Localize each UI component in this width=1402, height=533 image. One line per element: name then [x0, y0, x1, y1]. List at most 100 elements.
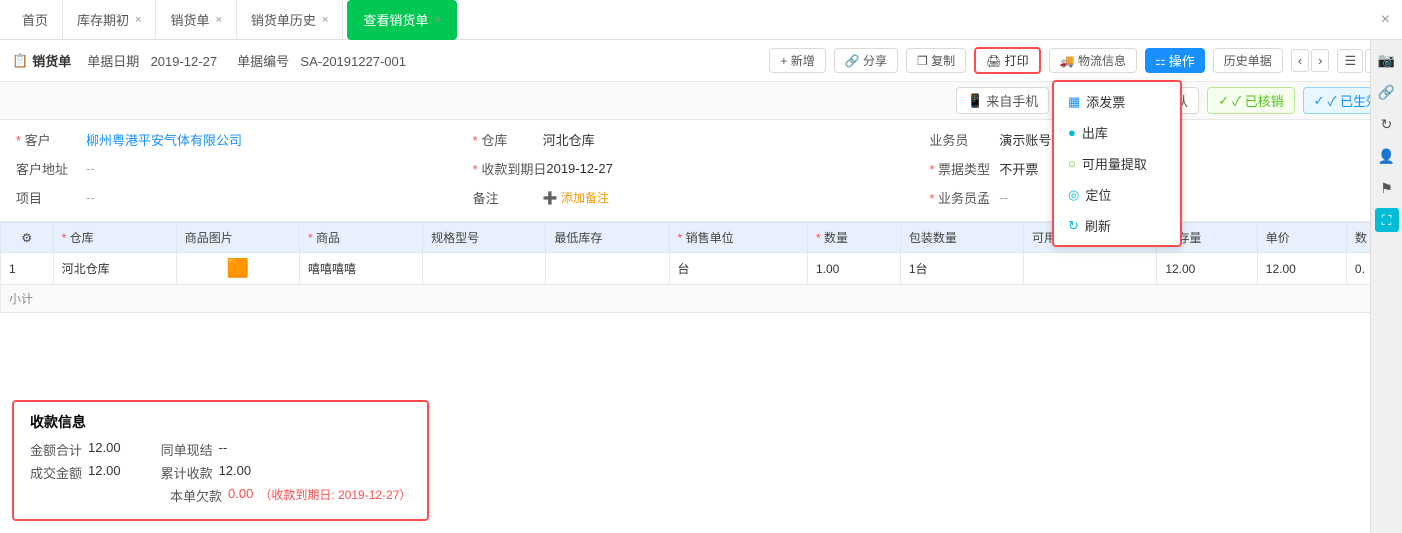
- cell-package-qty: 1台: [900, 253, 1023, 285]
- cell-current-stock: 12.00: [1157, 253, 1257, 285]
- ticket-value: 不开票: [999, 159, 1038, 178]
- col-quantity: 数量: [807, 223, 900, 253]
- tab-inventory-close[interactable]: ×: [135, 14, 141, 26]
- sidebar-link-icon[interactable]: 🔗: [1375, 80, 1399, 104]
- project-label: 项目: [16, 188, 86, 207]
- col-spec: 规格型号: [423, 223, 546, 253]
- cell-spec: [423, 253, 546, 285]
- amount-label: 金额合计: [30, 440, 82, 459]
- operation-button[interactable]: ⚏ 操作: [1145, 48, 1205, 73]
- address-label: 客户地址: [16, 159, 86, 178]
- cumulative-item: 累计收款 12.00: [161, 463, 252, 482]
- note-label: 备注: [473, 188, 543, 207]
- sidebar-flag-icon[interactable]: ⚑: [1375, 176, 1399, 200]
- address-value: --: [86, 161, 95, 176]
- form-area: 客户 柳州粤港平安气体有限公司 仓库 河北仓库 业务员 演示账号 客户地址 --: [0, 120, 1402, 222]
- copy-button[interactable]: ❐ 复制: [906, 48, 966, 73]
- payment-date-field: 收款到期日 2019-12-27: [473, 159, 930, 178]
- print-button[interactable]: 🖨 打印: [974, 47, 1041, 74]
- from-phone-button[interactable]: 📱 来自手机: [956, 87, 1049, 114]
- customer-label: 客户: [16, 130, 86, 149]
- col-settings[interactable]: ⚙: [1, 223, 54, 253]
- salesperson-value: --: [999, 190, 1008, 205]
- operation-dropdown: ▦ 添发票 ● 出库 ○ 可用量提取 ◎ 定位 ↻ 刷新: [1052, 80, 1182, 247]
- sidebar-user-icon[interactable]: 👤: [1375, 144, 1399, 168]
- locate-label: 定位: [1085, 185, 1111, 204]
- sold-icon: ✓: [1218, 93, 1229, 109]
- sidebar-camera-icon[interactable]: 📷: [1375, 48, 1399, 72]
- locate-icon: ◎: [1068, 187, 1079, 203]
- nav-next-button[interactable]: ›: [1311, 49, 1329, 72]
- warehouse-value: 河北仓库: [543, 130, 595, 149]
- tab-sales-label: 销货单: [170, 10, 209, 29]
- salesperson-label: 业务员孟: [929, 188, 999, 207]
- balance-label: 本单欠款: [170, 486, 222, 505]
- cell-product-img: 🟧: [176, 253, 299, 285]
- toolbar-right: + 新增 🔗 分享 ❐ 复制 🖨 打印 🚚 物流信息 ⚏ 操作 历史单据 ‹ ›…: [769, 47, 1390, 74]
- sidebar-refresh-icon[interactable]: ↻: [1375, 112, 1399, 136]
- col-package-qty: 包装数量: [900, 223, 1023, 253]
- amount-item: 金额合计 12.00: [30, 440, 121, 459]
- cell-sales-unit: 台: [669, 253, 807, 285]
- effective-icon: ✓: [1314, 93, 1325, 109]
- outbound-label: 出库: [1082, 123, 1108, 142]
- tab-home[interactable]: 首页: [8, 0, 63, 40]
- cell-available: [1024, 253, 1157, 285]
- cell-product: 嘻嘻嘻嘻: [299, 253, 422, 285]
- settlement-item: 同单现结 --: [161, 440, 228, 459]
- nav-prev-button[interactable]: ‹: [1291, 49, 1309, 72]
- cumulative-label: 累计收款: [161, 463, 213, 482]
- settlement-value: --: [219, 440, 228, 459]
- logistics-button[interactable]: 🚚 物流信息: [1049, 48, 1137, 73]
- doc-number-label: 单据编号 SA-20191227-001: [237, 51, 410, 70]
- doc-header: 📋 销货单 单据日期 2019-12-27 单据编号 SA-20191227-0…: [0, 40, 1402, 82]
- payment-date-label: 收款到期日: [473, 159, 547, 178]
- col-sales-unit: 销售单位: [669, 223, 807, 253]
- col-product: 商品: [299, 223, 422, 253]
- available-label: 可用量提取: [1082, 154, 1147, 173]
- cumulative-value: 12.00: [219, 463, 252, 482]
- dropdown-item-outbound[interactable]: ● 出库: [1054, 117, 1180, 148]
- tab-sales-history-label: 销货单历史: [251, 10, 316, 29]
- refresh-dropdown-icon: ↻: [1068, 218, 1079, 234]
- amount-value: 12.00: [88, 440, 121, 459]
- staff-value: 演示账号: [999, 130, 1051, 149]
- tab-sales-history-close[interactable]: ×: [322, 14, 328, 26]
- sidebar-expand-icon[interactable]: ⛶: [1375, 208, 1399, 232]
- new-button[interactable]: + 新增: [769, 48, 825, 73]
- list-view-button[interactable]: ☰: [1337, 49, 1363, 73]
- tab-home-label: 首页: [22, 10, 48, 29]
- col-min-stock: 最低库存: [546, 223, 669, 253]
- payment-info-box: 收款信息 金额合计 12.00 同单现结 -- 成交金额 12.00: [12, 400, 429, 521]
- table-area: ⚙ 仓库 商品图片 商品 规格型号 最低库存 销售单位 数量 包装数量 可用量 …: [0, 222, 1402, 388]
- tab-view-sales[interactable]: 查看销货单 ×: [347, 0, 456, 40]
- tab-sales[interactable]: 销货单 ×: [156, 0, 236, 40]
- col-warehouse: 仓库: [53, 223, 176, 253]
- doc-icon: 📋: [12, 53, 28, 69]
- sold-badge[interactable]: ✓ ✓ 已核销: [1207, 87, 1294, 114]
- action-bar: 📱 来自手机 ○ 未开票 ✓ 确认 ✓ ✓ 已核销 ✓ ✓ 已生效: [0, 82, 1402, 120]
- tab-view-sales-close[interactable]: ×: [434, 14, 440, 26]
- tab-sales-history[interactable]: 销货单历史 ×: [237, 0, 343, 40]
- customer-field: 客户 柳州粤港平安气体有限公司: [16, 130, 473, 149]
- dropdown-item-refresh[interactable]: ↻ 刷新: [1054, 210, 1180, 241]
- address-field: 客户地址 --: [16, 159, 473, 178]
- dropdown-item-add-ticket[interactable]: ▦ 添发票: [1054, 86, 1180, 117]
- cell-warehouse: 河北仓库: [53, 253, 176, 285]
- history-button[interactable]: 历史单据: [1213, 48, 1283, 73]
- cell-unit-price: 12.00: [1257, 253, 1346, 285]
- dropdown-item-locate[interactable]: ◎ 定位: [1054, 179, 1180, 210]
- add-note-button[interactable]: ➕ 添加备注: [543, 189, 609, 206]
- customer-value[interactable]: 柳州粤港平安气体有限公司: [86, 130, 242, 149]
- tab-inventory-label: 库存期初: [77, 10, 129, 29]
- tab-sales-close[interactable]: ×: [215, 14, 221, 26]
- staff-label: 业务员: [929, 130, 999, 149]
- tab-inventory[interactable]: 库存期初 ×: [63, 0, 156, 40]
- balance-value: 0.00: [228, 486, 253, 505]
- payment-info-title: 收款信息: [30, 412, 411, 432]
- payment-date-value: 2019-12-27: [546, 161, 613, 176]
- dropdown-item-available[interactable]: ○ 可用量提取: [1054, 148, 1180, 179]
- doc-title: 销货单: [32, 51, 71, 70]
- window-close-button[interactable]: ×: [1381, 11, 1390, 29]
- share-button[interactable]: 🔗 分享: [834, 48, 898, 73]
